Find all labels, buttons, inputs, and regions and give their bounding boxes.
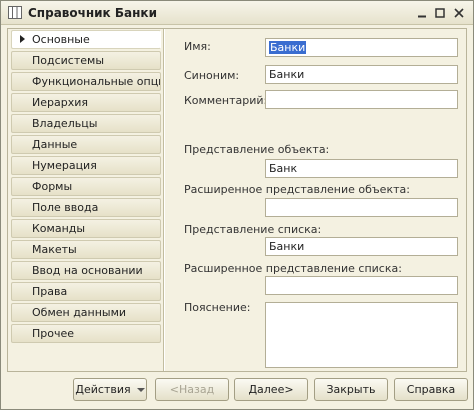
main-properties-panel: Имя: Банки Синоним: Банки Комментарий: П… — [165, 29, 466, 371]
section-nav: Основные Подсистемы Функциональные опции… — [8, 29, 164, 371]
comment-label: Комментарий: — [184, 94, 268, 107]
nav-item-label: Владельцы — [32, 117, 98, 130]
nav-item-input-by-basis[interactable]: Ввод на основании — [11, 261, 161, 280]
nav-item-hierarchy[interactable]: Иерархия — [11, 93, 161, 112]
actions-label: Действия — [75, 383, 131, 396]
nav-item-numbering[interactable]: Нумерация — [11, 156, 161, 175]
extended-list-representation-label: Расширенное представление списка: — [184, 262, 402, 275]
nav-item-rights[interactable]: Права — [11, 282, 161, 301]
extended-object-representation-field[interactable] — [265, 198, 458, 217]
name-value: Банки — [269, 41, 307, 54]
nav-item-label: Команды — [32, 222, 86, 235]
close-icon — [454, 8, 464, 18]
nav-item-data-exchange[interactable]: Обмен данными — [11, 303, 161, 322]
nav-item-owners[interactable]: Владельцы — [11, 114, 161, 133]
maximize-button[interactable] — [432, 5, 448, 21]
window-title: Справочник Банки — [28, 6, 157, 20]
list-representation-label: Представление списка: — [184, 223, 322, 236]
nav-item-label: Формы — [32, 180, 73, 193]
nav-item-label: Функциональные опции — [32, 75, 161, 88]
maximize-icon — [435, 8, 445, 18]
nav-item-label: Подсистемы — [32, 54, 105, 67]
minimize-button[interactable] — [414, 5, 430, 21]
extended-list-representation-field[interactable] — [265, 276, 458, 295]
help-button[interactable]: Справка — [394, 378, 468, 401]
explanation-label: Пояснение: — [184, 301, 251, 314]
close-window-button[interactable] — [451, 5, 467, 21]
comment-field[interactable] — [265, 90, 458, 109]
next-button[interactable]: Далее> — [234, 378, 308, 401]
synonym-label: Синоним: — [184, 69, 240, 82]
nav-item-label: Поле ввода — [32, 201, 99, 214]
title-bar[interactable]: Справочник Банки — [1, 1, 473, 25]
nav-item-label: Иерархия — [32, 96, 88, 109]
nav-item-functional-options[interactable]: Функциональные опции — [11, 72, 161, 91]
nav-item-main[interactable]: Основные — [11, 30, 161, 49]
object-representation-label: Представление объекта: — [184, 143, 330, 156]
nav-item-commands[interactable]: Команды — [11, 219, 161, 238]
nav-item-label: Обмен данными — [32, 306, 127, 319]
nav-item-label: Прочее — [32, 327, 75, 340]
nav-item-label: Ввод на основании — [32, 264, 143, 277]
extended-object-representation-label: Расширенное представление объекта: — [184, 183, 410, 196]
nav-item-input-field[interactable]: Поле ввода — [11, 198, 161, 217]
editor-content: Основные Подсистемы Функциональные опции… — [7, 28, 467, 372]
synonym-field[interactable]: Банки — [265, 65, 458, 84]
nav-item-label: Нумерация — [32, 159, 97, 172]
nav-item-label: Макеты — [32, 243, 77, 256]
nav-item-data[interactable]: Данные — [11, 135, 161, 154]
list-representation-field[interactable]: Банки — [265, 237, 458, 256]
current-section-arrow-icon — [20, 35, 25, 43]
minimize-icon — [418, 15, 426, 18]
nav-item-templates[interactable]: Макеты — [11, 240, 161, 259]
nav-item-label: Основные — [32, 33, 90, 46]
name-label: Имя: — [184, 40, 211, 53]
explanation-field[interactable] — [265, 302, 458, 368]
nav-item-label: Права — [32, 285, 68, 298]
name-field[interactable]: Банки — [265, 38, 458, 57]
close-button[interactable]: Закрыть — [314, 378, 388, 401]
back-button[interactable]: <Назад — [155, 378, 229, 401]
nav-item-other[interactable]: Прочее — [11, 324, 161, 343]
object-representation-field[interactable]: Банк — [265, 159, 458, 178]
nav-item-label: Данные — [32, 138, 78, 151]
nav-item-forms[interactable]: Формы — [11, 177, 161, 196]
nav-item-subsystems[interactable]: Подсистемы — [11, 51, 161, 70]
actions-dropdown-button[interactable]: Действия — [73, 378, 147, 401]
catalog-editor-window: Справочник Банки Основные Подсистемы Фун… — [0, 0, 474, 410]
catalog-icon — [8, 6, 22, 19]
chevron-down-icon — [136, 388, 145, 392]
